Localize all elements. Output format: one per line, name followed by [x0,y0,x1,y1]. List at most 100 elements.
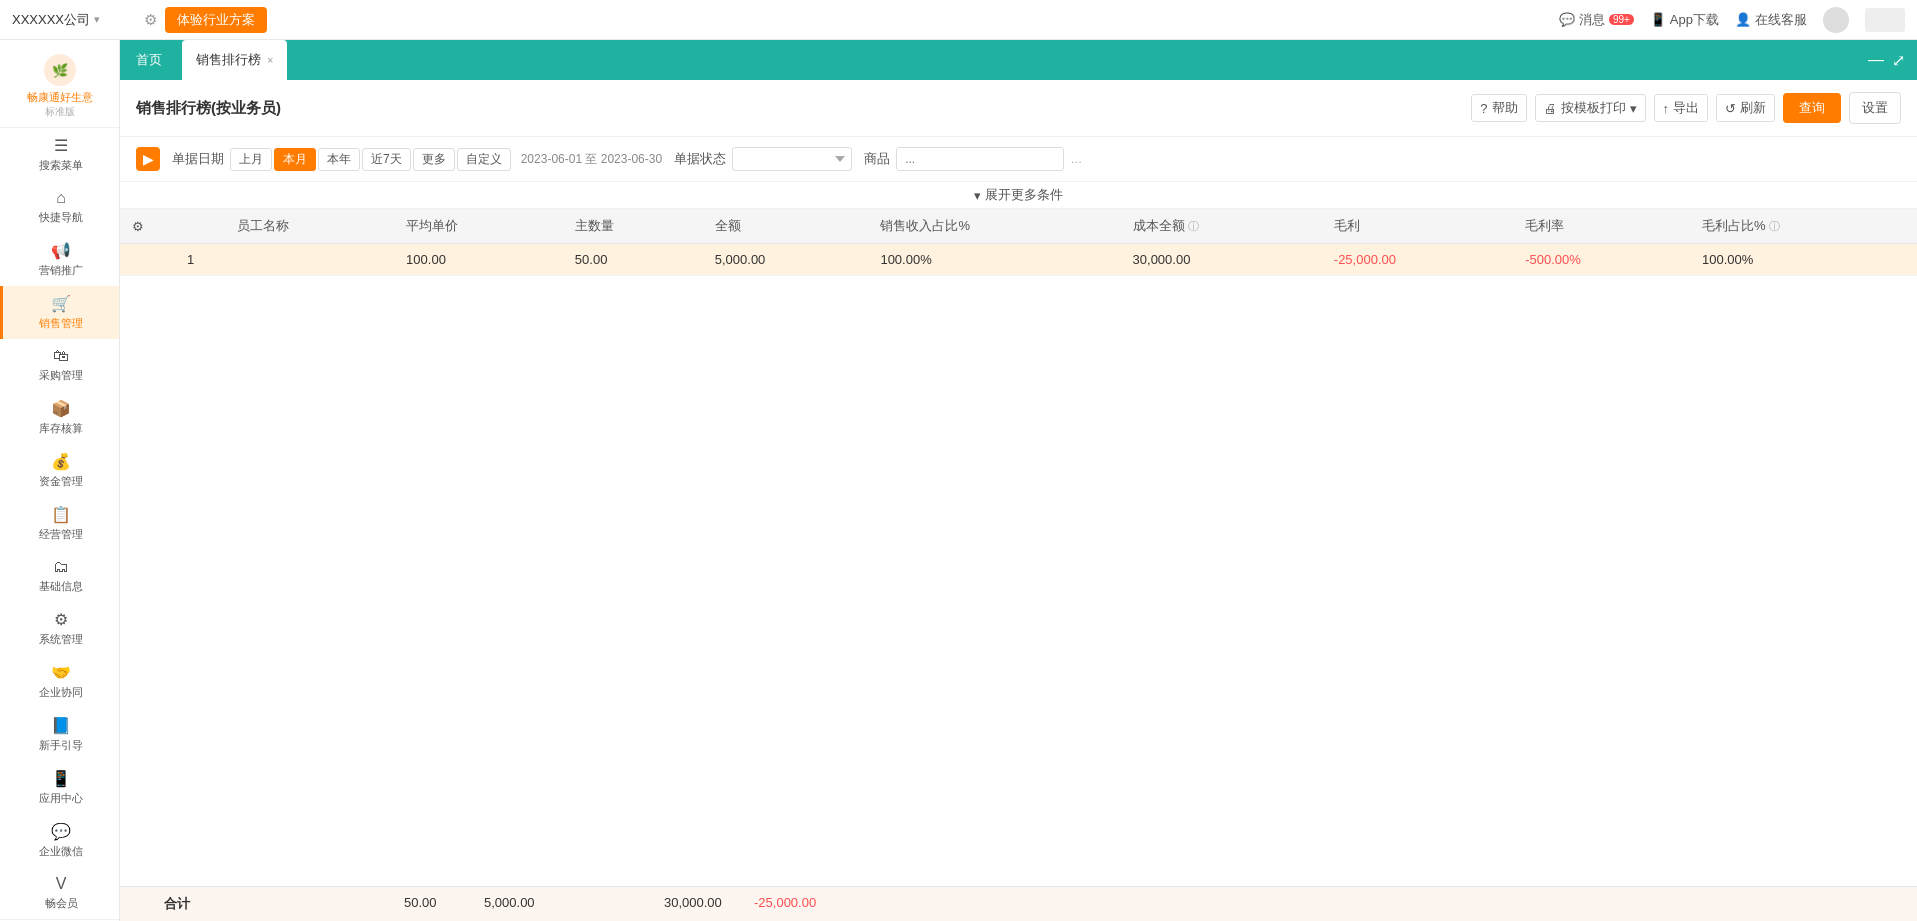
date-btn-last-month[interactable]: 上月 [230,148,272,171]
page-settings-btn[interactable]: 设置 [1849,92,1901,124]
export-btn[interactable]: ↑ 导出 [1654,94,1709,122]
filter-date-item: 单据日期 上月 本月 本年 近7天 更多 自定义 2023-06-01 至 20… [172,148,662,171]
status-select[interactable] [732,147,852,171]
filter-status-item: 单据状态 [674,147,852,171]
sidebar: 🌿 畅康通好生意 标准版 ☰ 搜索菜单 ⌂ 快捷导航 📢 营销推广 🛒 销售管理… [0,40,120,921]
sidebar-item-label: 搜索菜单 [39,158,83,173]
sidebar-item-label: 企业协同 [39,685,83,700]
sidebar-item-label: 库存核算 [39,421,83,436]
home-icon: ⌂ [56,189,66,207]
cost-info-icon[interactable]: ⓘ [1188,220,1199,232]
sidebar-item-quick-nav[interactable]: ⌂ 快捷导航 [0,181,119,233]
guide-icon: 📘 [51,716,71,735]
sidebar-item-enterprise[interactable]: 🤝 企业协同 [0,655,119,708]
sidebar-item-marketing[interactable]: 📢 营销推广 [0,233,119,286]
cell-settings[interactable] [120,244,156,276]
date-btn-more[interactable]: 更多 [413,148,455,171]
goods-more-btn[interactable]: … [1070,152,1082,166]
data-table: ⚙ 员工名称 平均单价 主数量 全额 销售收入占比% 成本全额 ⓘ 毛利 [120,209,1917,276]
th-rank [156,209,225,244]
sidebar-item-operations[interactable]: 📋 经营管理 [0,497,119,550]
online-service-btn[interactable]: 👤 在线客服 [1735,11,1807,29]
sidebar-item-base-info[interactable]: 🗂 基础信息 [0,550,119,602]
tab-maximize-btn[interactable]: ⤢ [1892,51,1905,70]
sidebar-item-wechat[interactable]: 💬 企业微信 [0,814,119,867]
message-btn[interactable]: 💬 消息 99+ [1559,11,1634,29]
company-name: XXXXXX公司 [12,11,90,29]
date-btn-7days[interactable]: 近7天 [362,148,411,171]
sidebar-item-sales[interactable]: 🛒 销售管理 [0,286,119,339]
th-gross-pct: 毛利占比% ⓘ [1690,209,1917,244]
filter-expand-arrow[interactable]: ▶ [136,147,160,171]
app-download-btn[interactable]: 📱 App下载 [1650,11,1719,29]
footer-gross-rate [832,887,912,921]
sidebar-item-label: 基础信息 [39,579,83,594]
tab-home[interactable]: 首页 [120,40,178,80]
table-container: ⚙ 员工名称 平均单价 主数量 全额 销售收入占比% 成本全额 ⓘ 毛利 [120,209,1917,886]
print-chevron-icon: ▾ [1630,101,1637,116]
logo-main-text: 畅康通好生意 [27,90,93,105]
print-label: 按模板打印 [1561,99,1626,117]
sidebar-item-guide[interactable]: 📘 新手引导 [0,708,119,761]
top-header: XXXXXX公司 ▾ ⚙ 体验行业方案 💬 消息 99+ 📱 App下载 👤 在… [0,0,1917,40]
company-selector[interactable]: XXXXXX公司 ▾ [12,11,132,29]
svg-text:🌿: 🌿 [52,62,69,79]
query-btn[interactable]: 查询 [1783,93,1841,123]
goods-input[interactable] [896,147,1064,171]
table-body: 1 100.00 50.00 5,000.00 100.00% 30,000.0… [120,244,1917,276]
member-icon: V [56,875,67,893]
date-btn-custom[interactable]: 自定义 [457,148,511,171]
sidebar-item-system[interactable]: ⚙ 系统管理 [0,602,119,655]
print-btn[interactable]: 🖨 按模板打印 ▾ [1535,94,1646,122]
settings-icon[interactable]: ⚙ [144,11,157,29]
tab-label: 销售排行榜 [196,51,261,69]
filter-area: ▶ 单据日期 上月 本月 本年 近7天 更多 自定义 2023-06-01 至 … [120,137,1917,182]
app-icon: 📱 [1650,12,1666,27]
help-btn[interactable]: ? 帮助 [1471,94,1526,122]
th-name: 员工名称 [225,209,394,244]
footer-amount: 5,000.00 [472,887,552,921]
page-title: 销售排行榜(按业务员) [136,99,281,118]
cell-quantity: 50.00 [563,244,703,276]
purchase-icon: 🛍 [53,347,69,365]
content-area: 首页 销售排行榜 × — ⤢ 销售排行榜(按业务员) ? 帮助 [120,40,1917,921]
th-settings[interactable]: ⚙ [120,209,156,244]
sidebar-item-member[interactable]: V 畅会员 [0,867,119,919]
th-sales-pct: 销售收入占比% [868,209,1120,244]
date-btn-this-year[interactable]: 本年 [318,148,360,171]
date-range-display: 2023-06-01 至 2023-06-30 [521,151,662,168]
sidebar-item-label: 资金管理 [39,474,83,489]
tab-bar: 首页 销售排行榜 × — ⤢ [120,40,1917,80]
marketing-icon: 📢 [51,241,71,260]
user-name [1865,8,1905,32]
date-buttons: 上月 本月 本年 近7天 更多 自定义 [230,148,511,171]
sales-icon: 🛒 [51,294,71,313]
tab-sales-ranking[interactable]: 销售排行榜 × [182,40,287,80]
sidebar-item-search[interactable]: ☰ 搜索菜单 [0,128,119,181]
date-btn-this-month[interactable]: 本月 [274,148,316,171]
sidebar-item-inventory[interactable]: 📦 库存核算 [0,391,119,444]
print-icon: 🖨 [1544,101,1557,116]
expand-more-bar: ▾ 展开更多条件 [120,182,1917,209]
home-tab-label: 首页 [136,51,162,69]
refresh-btn[interactable]: ↺ 刷新 [1716,94,1775,122]
table-footer: 合计 50.00 5,000.00 30,000.00 -25,000.00 [120,886,1917,921]
footer-gross-pct [912,887,992,921]
sidebar-item-label: 应用中心 [39,791,83,806]
sidebar-item-label: 新手引导 [39,738,83,753]
th-cost: 成本全额 ⓘ [1121,209,1322,244]
sidebar-item-app-center[interactable]: 📱 应用中心 [0,761,119,814]
gross-pct-info-icon[interactable]: ⓘ [1769,220,1780,232]
sidebar-item-label: 企业微信 [39,844,83,859]
tab-minimize-btn[interactable]: — [1868,51,1884,70]
main-layout: 🌿 畅康通好生意 标准版 ☰ 搜索菜单 ⌂ 快捷导航 📢 营销推广 🛒 销售管理… [0,40,1917,921]
cell-sales-pct: 100.00% [868,244,1120,276]
sidebar-item-purchase[interactable]: 🛍 采购管理 [0,339,119,391]
avatar[interactable] [1823,7,1849,33]
sidebar-item-finance[interactable]: 💰 资金管理 [0,444,119,497]
trial-button[interactable]: 体验行业方案 [165,7,267,33]
expand-more-btn[interactable]: ▾ 展开更多条件 [974,186,1063,204]
enterprise-icon: 🤝 [51,663,71,682]
tab-close-btn[interactable]: × [267,54,273,66]
footer-sales-pct [552,887,652,921]
